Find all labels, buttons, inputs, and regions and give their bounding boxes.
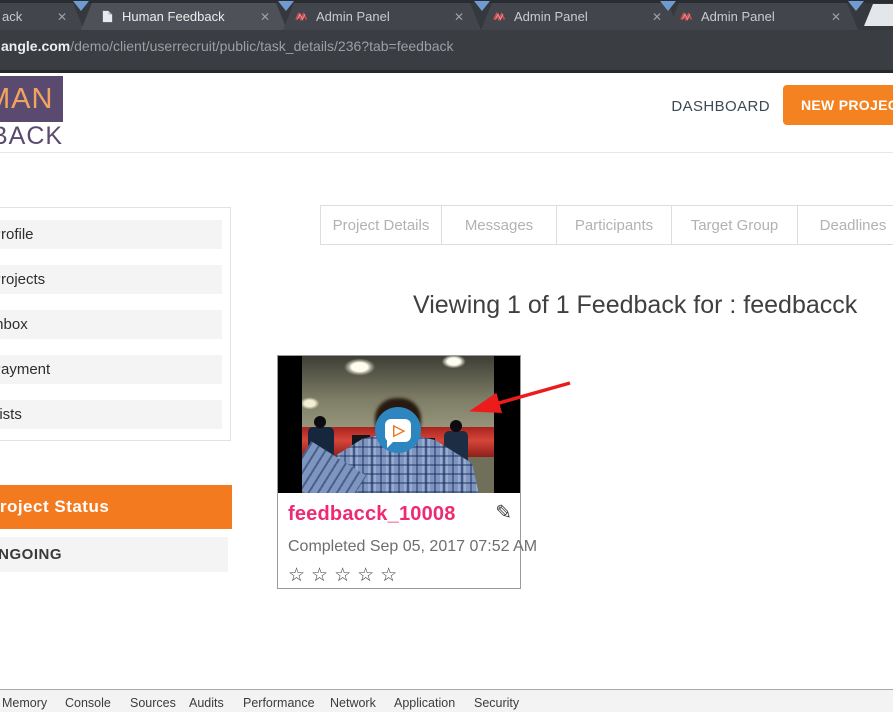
- browser-tab-admin-panel-3[interactable]: Admin Panel ✕: [668, 3, 858, 30]
- devtools-tab-memory[interactable]: Memory: [2, 696, 47, 710]
- feedback-card: ▷ feedbacck_10008 ✎ Completed Sep 05, 20…: [277, 355, 538, 589]
- sidebar-item-payment[interactable]: Payment: [0, 355, 222, 384]
- zigzag-favicon-icon: [680, 10, 693, 23]
- project-tab-bar: Project Details Messages Participants Ta…: [320, 205, 893, 245]
- feedback-card-info: feedbacck_10008 ✎ Completed Sep 05, 2017…: [278, 493, 538, 587]
- browser-tab-human-feedback[interactable]: Human Feedback ✕: [81, 3, 287, 30]
- browser-tab-admin-panel-1[interactable]: Admin Panel ✕: [283, 3, 481, 30]
- devtools-tab-network[interactable]: Network: [330, 696, 376, 710]
- new-tab-button[interactable]: [864, 4, 893, 26]
- devtools-tab-console[interactable]: Console: [65, 696, 111, 710]
- devtools-tab-performance[interactable]: Performance: [243, 696, 315, 710]
- tab-messages[interactable]: Messages: [441, 205, 557, 245]
- close-icon[interactable]: ✕: [451, 10, 467, 24]
- logo[interactable]: MAN: [0, 76, 63, 122]
- document-icon: [101, 10, 114, 23]
- video-thumbnail[interactable]: ▷: [278, 356, 520, 493]
- browser-tab-label: Admin Panel: [701, 9, 775, 24]
- devtools-tab-sources[interactable]: Sources: [130, 696, 176, 710]
- tab-separator-notch: [848, 1, 864, 11]
- edit-pencil-icon[interactable]: ✎: [495, 500, 512, 525]
- feedback-status-text: Completed Sep 05, 2017 07:52 AM: [288, 538, 538, 555]
- url-path: /demo/client/userrecruit/public/task_det…: [70, 38, 454, 54]
- feedback-title-link[interactable]: feedbacck_10008: [288, 503, 510, 526]
- devtools-tab-application[interactable]: Application: [394, 696, 455, 710]
- new-project-button[interactable]: NEW PROJECT: [783, 85, 893, 125]
- sidebar-item-projects[interactable]: Projects: [0, 265, 222, 294]
- page-title: Viewing 1 of 1 Feedback for : feedbacck: [413, 291, 858, 319]
- photo-person-head: [313, 416, 326, 429]
- play-icon: ▷: [393, 422, 405, 439]
- dashboard-link[interactable]: DASHBOARD: [671, 98, 770, 115]
- tab-separator-notch: [278, 1, 294, 11]
- devtools-bar: Memory Console Sources Audits Performanc…: [0, 689, 893, 712]
- zigzag-favicon-icon: [493, 10, 506, 23]
- play-button[interactable]: ▷: [375, 407, 421, 453]
- browser-tab-label: ack: [2, 9, 23, 24]
- tab-project-details[interactable]: Project Details: [320, 205, 442, 245]
- zigzag-favicon-icon: [295, 10, 308, 23]
- screen: ack ✕ Human Feedback ✕ Admin Panel ✕ Adm…: [0, 0, 893, 712]
- close-icon[interactable]: ✕: [257, 10, 273, 24]
- project-status-ongoing[interactable]: ONGOING: [0, 537, 228, 572]
- browser-chrome: ack ✕ Human Feedback ✕ Admin Panel ✕ Adm…: [0, 0, 893, 73]
- tab-target-group[interactable]: Target Group: [671, 205, 798, 245]
- browser-tab-label: Human Feedback: [122, 9, 225, 24]
- devtools-tab-audits[interactable]: Audits: [189, 696, 224, 710]
- browser-tab-label: Admin Panel: [316, 9, 390, 24]
- star-rating[interactable]: ☆☆☆☆☆: [288, 564, 510, 587]
- play-bubble-icon: ▷: [385, 418, 411, 448]
- tab-separator-notch: [474, 1, 490, 11]
- browser-tab-1[interactable]: ack ✕: [0, 3, 84, 30]
- sidebar-item-lists[interactable]: Lists: [0, 400, 222, 429]
- url-domain: angle.com: [1, 38, 71, 54]
- close-icon[interactable]: ✕: [649, 10, 665, 24]
- tab-deadlines[interactable]: Deadlines: [797, 205, 893, 245]
- sidebar-menu: Profile Projects Inbox Payment Lists: [0, 207, 231, 441]
- project-status-header: Project Status: [0, 485, 232, 529]
- tab-separator-notch: [660, 1, 676, 11]
- url-bar[interactable]: angle.com/demo/client/userrecruit/public…: [0, 30, 893, 73]
- close-icon[interactable]: ✕: [54, 10, 70, 24]
- logo-top-text: MAN: [0, 82, 54, 115]
- site-header: MAN BACK DASHBOARD NEW PROJECT: [0, 73, 893, 153]
- tab-separator-notch: [73, 1, 89, 11]
- sidebar-item-profile[interactable]: Profile: [0, 220, 222, 249]
- browser-tab-admin-panel-2[interactable]: Admin Panel ✕: [481, 3, 679, 30]
- window-frame-top: [0, 0, 893, 3]
- close-icon[interactable]: ✕: [828, 10, 844, 24]
- logo-bottom-text: BACK: [0, 122, 64, 150]
- browser-tab-label: Admin Panel: [514, 9, 588, 24]
- sidebar-item-inbox[interactable]: Inbox: [0, 310, 222, 339]
- devtools-tab-security[interactable]: Security: [474, 696, 519, 710]
- tab-participants[interactable]: Participants: [556, 205, 672, 245]
